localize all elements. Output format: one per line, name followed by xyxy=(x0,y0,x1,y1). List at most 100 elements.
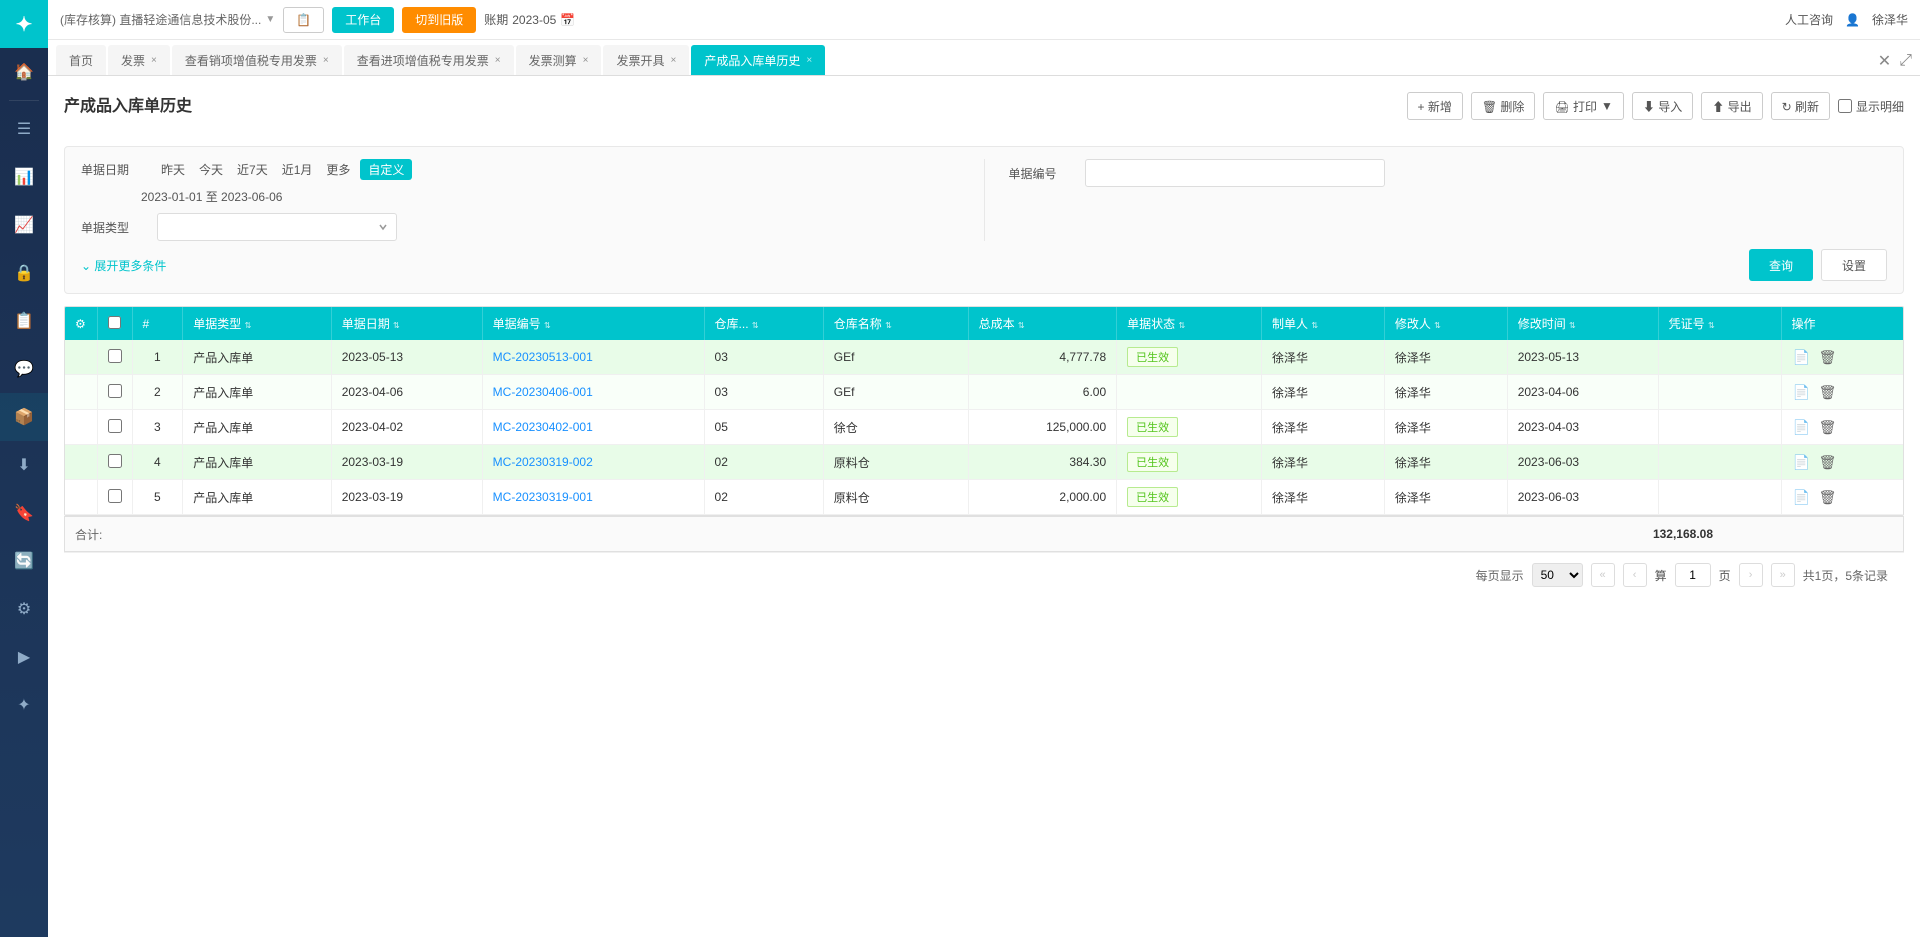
sidebar-item-messages[interactable]: 💬 xyxy=(0,345,48,393)
shortcut-custom[interactable]: 自定义 xyxy=(360,159,412,180)
status-badge: 已生效 xyxy=(1127,347,1178,367)
sidebar-item-home[interactable]: 🏠 xyxy=(0,48,48,96)
filter-docno-input[interactable] xyxy=(1085,159,1385,187)
print-button[interactable]: 🖨 打印 ▼ xyxy=(1543,92,1623,120)
doc-no-link[interactable]: MC-20230319-001 xyxy=(493,490,593,504)
delete-icon[interactable]: 🗑 xyxy=(1818,382,1838,402)
copy-button[interactable]: 📋 xyxy=(283,7,324,33)
th-warehouse-code[interactable]: 仓库... ⇅ xyxy=(704,307,823,340)
doc-no-link[interactable]: MC-20230402-001 xyxy=(493,420,593,434)
delete-icon[interactable]: 🗑 xyxy=(1818,347,1838,367)
delete-icon[interactable]: 🗑 xyxy=(1818,452,1838,472)
th-checkbox[interactable] xyxy=(97,307,132,340)
switch-old-button[interactable]: 切到旧版 xyxy=(402,7,476,33)
sidebar-item-download[interactable]: ⬇ xyxy=(0,441,48,489)
export-button[interactable]: ⬆ 导出 xyxy=(1701,92,1762,120)
tab-product-inbound[interactable]: 产成品入库单历史 × xyxy=(691,45,825,75)
tab-purchase-invoice[interactable]: 查看进项增值税专用发票 × xyxy=(344,45,514,75)
sidebar-item-menu[interactable]: ☰ xyxy=(0,105,48,153)
tab-invoice-close[interactable]: × xyxy=(151,55,157,66)
tab-invoice-issue[interactable]: 发票开具 × xyxy=(603,45,689,75)
cell-actions: 📄 🗑 xyxy=(1781,340,1903,375)
main-area: (库存核算) 直播轻途通信息技术股份... ▼ 📋 工作台 切到旧版 账期 20… xyxy=(48,0,1920,937)
row-checkbox-3[interactable] xyxy=(108,419,122,433)
th-voucher-no[interactable]: 凭证号 ⇅ xyxy=(1658,307,1781,340)
row-checkbox-2[interactable] xyxy=(108,384,122,398)
consult-label[interactable]: 人工咨询 xyxy=(1785,11,1833,28)
next-page-button[interactable]: › xyxy=(1739,563,1763,587)
tab-invoice[interactable]: 发票 × xyxy=(108,45,170,75)
shortcut-7days[interactable]: 近7天 xyxy=(233,159,272,180)
sidebar-logo[interactable]: ✦ xyxy=(0,0,48,48)
tab-product-inbound-close[interactable]: × xyxy=(806,55,812,66)
page-input[interactable] xyxy=(1675,563,1711,587)
th-doc-type[interactable]: 单据类型 ⇅ xyxy=(183,307,331,340)
show-detail-checkbox[interactable] xyxy=(1838,99,1852,113)
sidebar-item-settings[interactable]: ⚙ xyxy=(0,585,48,633)
sidebar-item-sync[interactable]: 🔄 xyxy=(0,537,48,585)
filter-settings-button[interactable]: 设置 xyxy=(1821,249,1887,281)
delete-icon[interactable]: 🗑 xyxy=(1818,417,1838,437)
workbench-button[interactable]: 工作台 xyxy=(332,7,394,33)
th-doc-status[interactable]: 单据状态 ⇅ xyxy=(1117,307,1262,340)
edit-icon[interactable]: 📄 xyxy=(1792,382,1812,402)
query-button[interactable]: 查询 xyxy=(1749,249,1813,281)
tab-invoice-calc-close[interactable]: × xyxy=(583,55,589,66)
sidebar-item-bookmark[interactable]: 🔖 xyxy=(0,489,48,537)
row-checkbox-1[interactable] xyxy=(108,349,122,363)
prev-page-button[interactable]: ‹ xyxy=(1623,563,1647,587)
sidebar-item-dashboard[interactable]: 📊 xyxy=(0,153,48,201)
shortcut-today[interactable]: 今天 xyxy=(195,159,227,180)
calendar-icon[interactable]: 📅 xyxy=(560,13,575,27)
delete-button[interactable]: 🗑 删除 xyxy=(1471,92,1536,120)
doc-no-link[interactable]: MC-20230406-001 xyxy=(493,385,593,399)
doc-no-link[interactable]: MC-20230513-001 xyxy=(493,350,593,364)
th-doc-date[interactable]: 单据日期 ⇅ xyxy=(331,307,482,340)
tab-home[interactable]: 首页 xyxy=(56,45,106,75)
shortcut-more[interactable]: 更多 xyxy=(322,159,354,180)
th-creator[interactable]: 制单人 ⇅ xyxy=(1261,307,1384,340)
delete-icon[interactable]: 🗑 xyxy=(1818,487,1838,507)
import-button[interactable]: ⬇ 导入 xyxy=(1632,92,1693,120)
sidebar-item-special[interactable]: ✦ xyxy=(0,681,48,729)
row-checkbox-5[interactable] xyxy=(108,489,122,503)
tab-close-all-icon[interactable]: ✕ xyxy=(1878,51,1891,71)
th-settings[interactable]: ⚙ xyxy=(65,307,97,340)
cell-checkbox xyxy=(97,340,132,375)
filter-doctype-select[interactable] xyxy=(157,213,397,241)
sidebar-item-security[interactable]: 🔒 xyxy=(0,249,48,297)
th-modify-time[interactable]: 修改时间 ⇅ xyxy=(1507,307,1658,340)
new-button[interactable]: + 新增 xyxy=(1407,92,1463,120)
cell-creator: 徐泽华 xyxy=(1261,340,1384,375)
tab-sales-invoice[interactable]: 查看销项增值税专用发票 × xyxy=(172,45,342,75)
select-all-checkbox[interactable] xyxy=(108,316,121,329)
th-doc-no[interactable]: 单据编号 ⇅ xyxy=(482,307,704,340)
edit-icon[interactable]: 📄 xyxy=(1792,417,1812,437)
tab-invoice-issue-close[interactable]: × xyxy=(670,55,676,66)
edit-icon[interactable]: 📄 xyxy=(1792,452,1812,472)
doc-no-link[interactable]: MC-20230319-002 xyxy=(493,455,593,469)
th-warehouse-name[interactable]: 仓库名称 ⇅ xyxy=(823,307,968,340)
last-page-button[interactable]: » xyxy=(1771,563,1795,587)
sidebar-item-documents[interactable]: 📋 xyxy=(0,297,48,345)
tab-sales-invoice-close[interactable]: × xyxy=(323,55,329,66)
shortcut-yesterday[interactable]: 昨天 xyxy=(157,159,189,180)
show-detail-label[interactable]: 显示明细 xyxy=(1838,98,1904,115)
expand-conditions-button[interactable]: ⌄ 展开更多条件 xyxy=(81,257,166,274)
row-checkbox-4[interactable] xyxy=(108,454,122,468)
first-page-button[interactable]: « xyxy=(1591,563,1615,587)
per-page-select[interactable]: 50 100 200 xyxy=(1532,563,1583,587)
shortcut-1month[interactable]: 近1月 xyxy=(278,159,317,180)
brand-dropdown-icon[interactable]: ▼ xyxy=(265,14,275,25)
edit-icon[interactable]: 📄 xyxy=(1792,487,1812,507)
edit-icon[interactable]: 📄 xyxy=(1792,347,1812,367)
sidebar-item-media[interactable]: ▶ xyxy=(0,633,48,681)
tab-invoice-calc[interactable]: 发票测算 × xyxy=(516,45,602,75)
refresh-button[interactable]: ↻ 刷新 xyxy=(1771,92,1830,120)
sidebar-item-inventory[interactable]: 📦 xyxy=(0,393,48,441)
sidebar-item-analytics[interactable]: 📈 xyxy=(0,201,48,249)
th-total-cost[interactable]: 总成本 ⇅ xyxy=(968,307,1117,340)
tab-purchase-invoice-close[interactable]: × xyxy=(495,55,501,66)
th-modifier[interactable]: 修改人 ⇅ xyxy=(1384,307,1507,340)
tab-expand-icon[interactable]: ⤢ xyxy=(1899,52,1912,70)
